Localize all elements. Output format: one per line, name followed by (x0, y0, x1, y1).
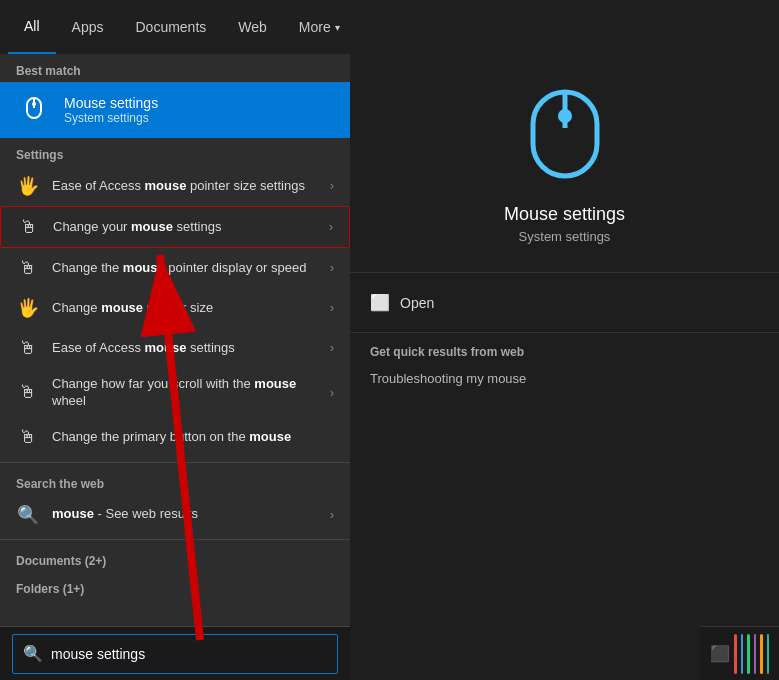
mouse-settings-icon (16, 92, 52, 128)
documents-header: Documents (2+) (0, 544, 350, 572)
arrow-icon-3: › (330, 261, 334, 275)
web-search-header: Search the web (0, 467, 350, 495)
result-item-pointer-display[interactable]: 🖱 Change the mouse pointer display or sp… (0, 248, 350, 288)
settings-header: Settings (0, 138, 350, 166)
result-item-ease-of-access[interactable]: 🖱 Ease of Access mouse settings › (0, 328, 350, 368)
mouse-icon-2: 🖱 (17, 215, 41, 239)
search-icon: 🔍 (23, 644, 43, 663)
best-match-subtitle: System settings (64, 111, 158, 125)
folders-header: Folders (1+) (0, 572, 350, 600)
best-match-header: Best match (0, 54, 350, 82)
web-results-section: Get quick results from web Troubleshooti… (350, 332, 779, 402)
arrow-icon-1: › (330, 179, 334, 193)
app-preview: Mouse settings System settings (350, 54, 779, 264)
result-item-scroll[interactable]: 🖱 Change how far you scroll with the mou… (0, 368, 350, 418)
app-thumb-4[interactable] (754, 634, 757, 674)
tab-web[interactable]: Web (222, 0, 283, 54)
taskbar-icon[interactable]: ⬛ (710, 636, 730, 672)
arrow-icon-6: › (330, 386, 334, 400)
search-box[interactable]: 🔍 (0, 626, 350, 680)
hand-icon: 🖐 (16, 174, 40, 198)
right-header (350, 0, 779, 54)
mouse-icon-3: 🖱 (16, 336, 40, 360)
svg-point-5 (558, 109, 572, 123)
app-thumb-2[interactable] (741, 634, 744, 674)
app-thumb-5[interactable] (760, 634, 763, 674)
hand-icon-2: 🖐 (16, 296, 40, 320)
search-web-icon: 🔍 (16, 503, 40, 527)
web-result-item[interactable]: Troubleshooting my mouse (370, 367, 759, 390)
search-panel: All Apps Documents Web More ▾ T 👤 ··· ✕ … (0, 0, 350, 680)
result-item-web-search[interactable]: 🔍 mouse - See web results › (0, 495, 350, 535)
bottom-app-strip: ⬛ (700, 626, 779, 680)
app-title: Mouse settings (504, 204, 625, 225)
result-item-change-mouse-settings[interactable]: 🖱 Change your mouse settings › (0, 206, 350, 248)
search-input[interactable] (51, 646, 327, 662)
result-item-pointer-size[interactable]: 🖐 Change mouse pointer size › (0, 288, 350, 328)
svg-point-2 (32, 102, 36, 106)
tab-more[interactable]: More ▾ (283, 0, 356, 54)
best-match-text: Mouse settings System settings (64, 95, 158, 125)
tab-documents[interactable]: Documents (119, 0, 222, 54)
app-thumb-6[interactable] (767, 634, 770, 674)
tab-bar: All Apps Documents Web More ▾ T 👤 ··· ✕ (0, 0, 350, 54)
app-thumb-3[interactable] (747, 634, 750, 674)
tab-apps[interactable]: Apps (56, 0, 120, 54)
web-results-title: Get quick results from web (370, 345, 759, 359)
arrow-icon-2: › (329, 220, 333, 234)
chevron-down-icon: ▾ (335, 22, 340, 33)
cursor-icon: 🖱 (16, 256, 40, 280)
arrow-icon-5: › (330, 341, 334, 355)
right-panel: Mouse settings System settings ⬜ Open Ge… (350, 0, 779, 680)
search-input-container[interactable]: 🔍 (12, 634, 338, 674)
result-item-ease-of-access-pointer-size[interactable]: 🖐 Ease of Access mouse pointer size sett… (0, 166, 350, 206)
divider-2 (0, 539, 350, 540)
scroll-icon: 🖱 (16, 381, 40, 405)
results-area: Best match Mouse settings System setting… (0, 54, 350, 626)
app-thumb-1[interactable] (734, 634, 737, 674)
mouse-large-icon (525, 84, 605, 188)
divider-1 (0, 462, 350, 463)
open-label: Open (400, 295, 434, 311)
app-subtitle: System settings (519, 229, 611, 244)
arrow-icon-7: › (330, 508, 334, 522)
open-icon: ⬜ (370, 293, 390, 312)
mouse-icon-4: 🖱 (16, 426, 40, 450)
open-button[interactable]: ⬜ Open (370, 285, 759, 320)
result-item-primary-button[interactable]: 🖱 Change the primary button on the mouse (0, 418, 350, 458)
best-match-title: Mouse settings (64, 95, 158, 111)
tab-all[interactable]: All (8, 0, 56, 54)
tab-more-label: More (299, 19, 331, 35)
action-area: ⬜ Open (350, 272, 779, 332)
arrow-icon-4: › (330, 301, 334, 315)
best-match-item[interactable]: Mouse settings System settings (0, 82, 350, 138)
